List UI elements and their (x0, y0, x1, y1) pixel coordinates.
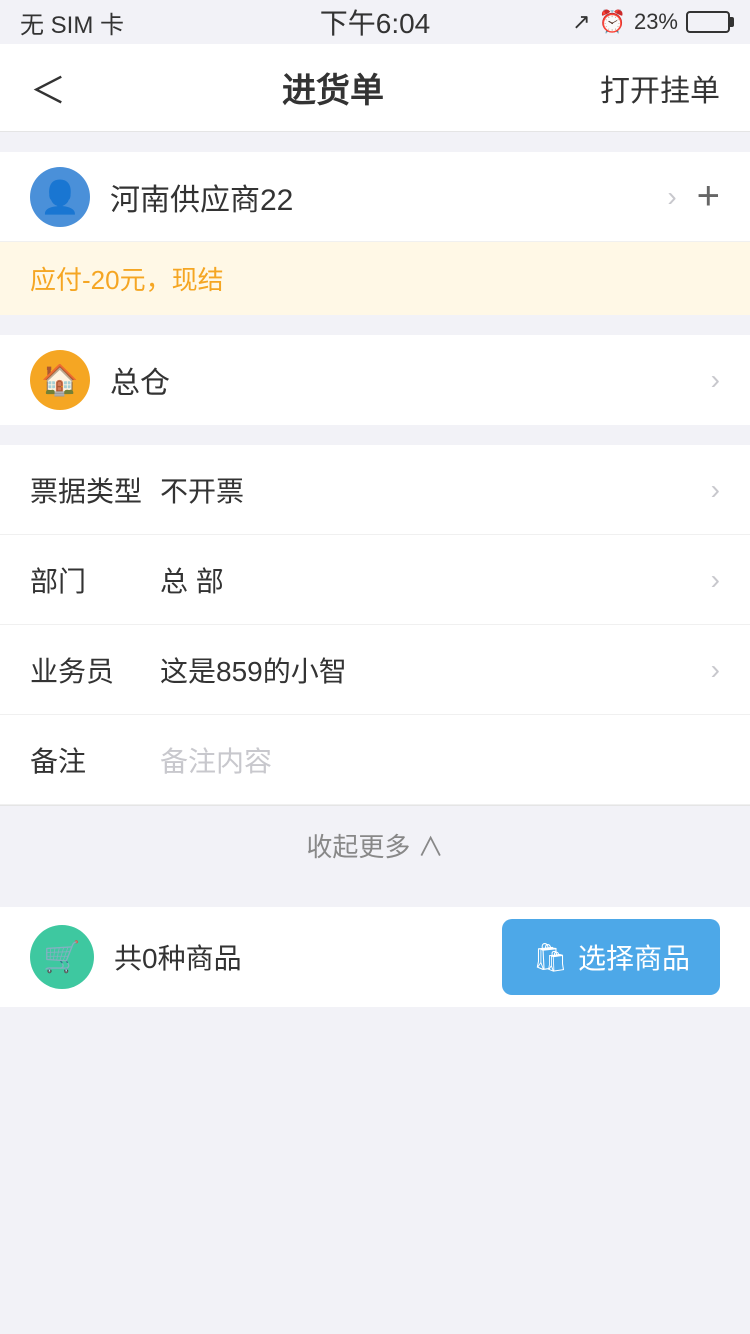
remark-input[interactable]: 备注内容 (160, 740, 720, 780)
collapse-label: 收起更多 ∧ (306, 827, 443, 864)
remark-label: 备注 (30, 740, 160, 780)
section-gap-4 (0, 885, 750, 905)
nav-bar: ＜ 进货单 打开挂单 (0, 44, 750, 132)
back-button[interactable]: ＜ (30, 62, 66, 114)
person-icon: 👤 (40, 178, 80, 216)
warehouse-section: 🏠 总仓 › (0, 335, 750, 425)
battery-percent: 23% (634, 9, 678, 35)
add-supplier-button[interactable]: + (697, 174, 720, 219)
section-gap-1 (0, 132, 750, 152)
carrier-text: 无 SIM 卡 (20, 5, 124, 40)
remark-row[interactable]: 备注 备注内容 (0, 715, 750, 805)
section-gap-3 (0, 425, 750, 445)
invoice-row[interactable]: 票据类型 不开票 › (0, 445, 750, 535)
section-gap-2 (0, 315, 750, 335)
alarm-icon: ⏰ (599, 9, 626, 35)
supplier-arrow-icon: › (667, 181, 676, 213)
warehouse-name: 总仓 (110, 358, 711, 402)
warehouse-row[interactable]: 🏠 总仓 › (0, 335, 750, 425)
supplier-row[interactable]: 👤 河南供应商22 › + (0, 152, 750, 242)
salesperson-value: 这是859的小智 (160, 650, 711, 690)
select-product-button[interactable]: 🛍 选择商品 (502, 919, 720, 995)
salesperson-label: 业务员 (30, 650, 160, 690)
select-product-icon: 🛍 (532, 941, 568, 974)
dept-value: 总 部 (160, 560, 711, 600)
salesperson-row[interactable]: 业务员 这是859的小智 › (0, 625, 750, 715)
invoice-value: 不开票 (160, 470, 711, 510)
location-icon: ↗ (572, 9, 590, 35)
time-text: 下午6:04 (320, 2, 431, 42)
status-right: ↗ ⏰ 23% (572, 9, 730, 35)
warehouse-arrow-icon: › (711, 364, 720, 396)
notice-bar: 应付-20元，现结 (0, 242, 750, 315)
warehouse-icon: 🏠 (30, 350, 90, 410)
fields-section: 票据类型 不开票 › 部门 总 部 › 业务员 这是859的小智 › 备注 备注… (0, 445, 750, 805)
dept-label: 部门 (30, 560, 160, 600)
bottom-section: 🛒 共0种商品 🛍 选择商品 (0, 907, 750, 1007)
invoice-arrow-icon: › (711, 474, 720, 506)
invoice-label: 票据类型 (30, 470, 160, 510)
dept-arrow-icon: › (711, 564, 720, 596)
collapse-button[interactable]: 收起更多 ∧ (0, 805, 750, 885)
status-bar: 无 SIM 卡 下午6:04 ↗ ⏰ 23% (0, 0, 750, 44)
supplier-avatar: 👤 (30, 167, 90, 227)
battery-icon (686, 11, 730, 33)
cart-icon-container: 🛒 (30, 925, 94, 989)
page-title: 进货单 (282, 63, 384, 112)
supplier-name: 河南供应商22 (110, 175, 667, 219)
dept-row[interactable]: 部门 总 部 › (0, 535, 750, 625)
select-product-label: 选择商品 (578, 937, 690, 977)
open-pending-button[interactable]: 打开挂单 (600, 66, 720, 110)
home-icon: 🏠 (41, 363, 78, 398)
shopping-bag-icon: 🛒 (43, 940, 80, 975)
supplier-section: 👤 河南供应商22 › + 应付-20元，现结 (0, 152, 750, 315)
product-count: 共0种商品 (114, 937, 502, 977)
salesperson-arrow-icon: › (711, 654, 720, 686)
notice-text: 应付-20元，现结 (30, 265, 224, 295)
